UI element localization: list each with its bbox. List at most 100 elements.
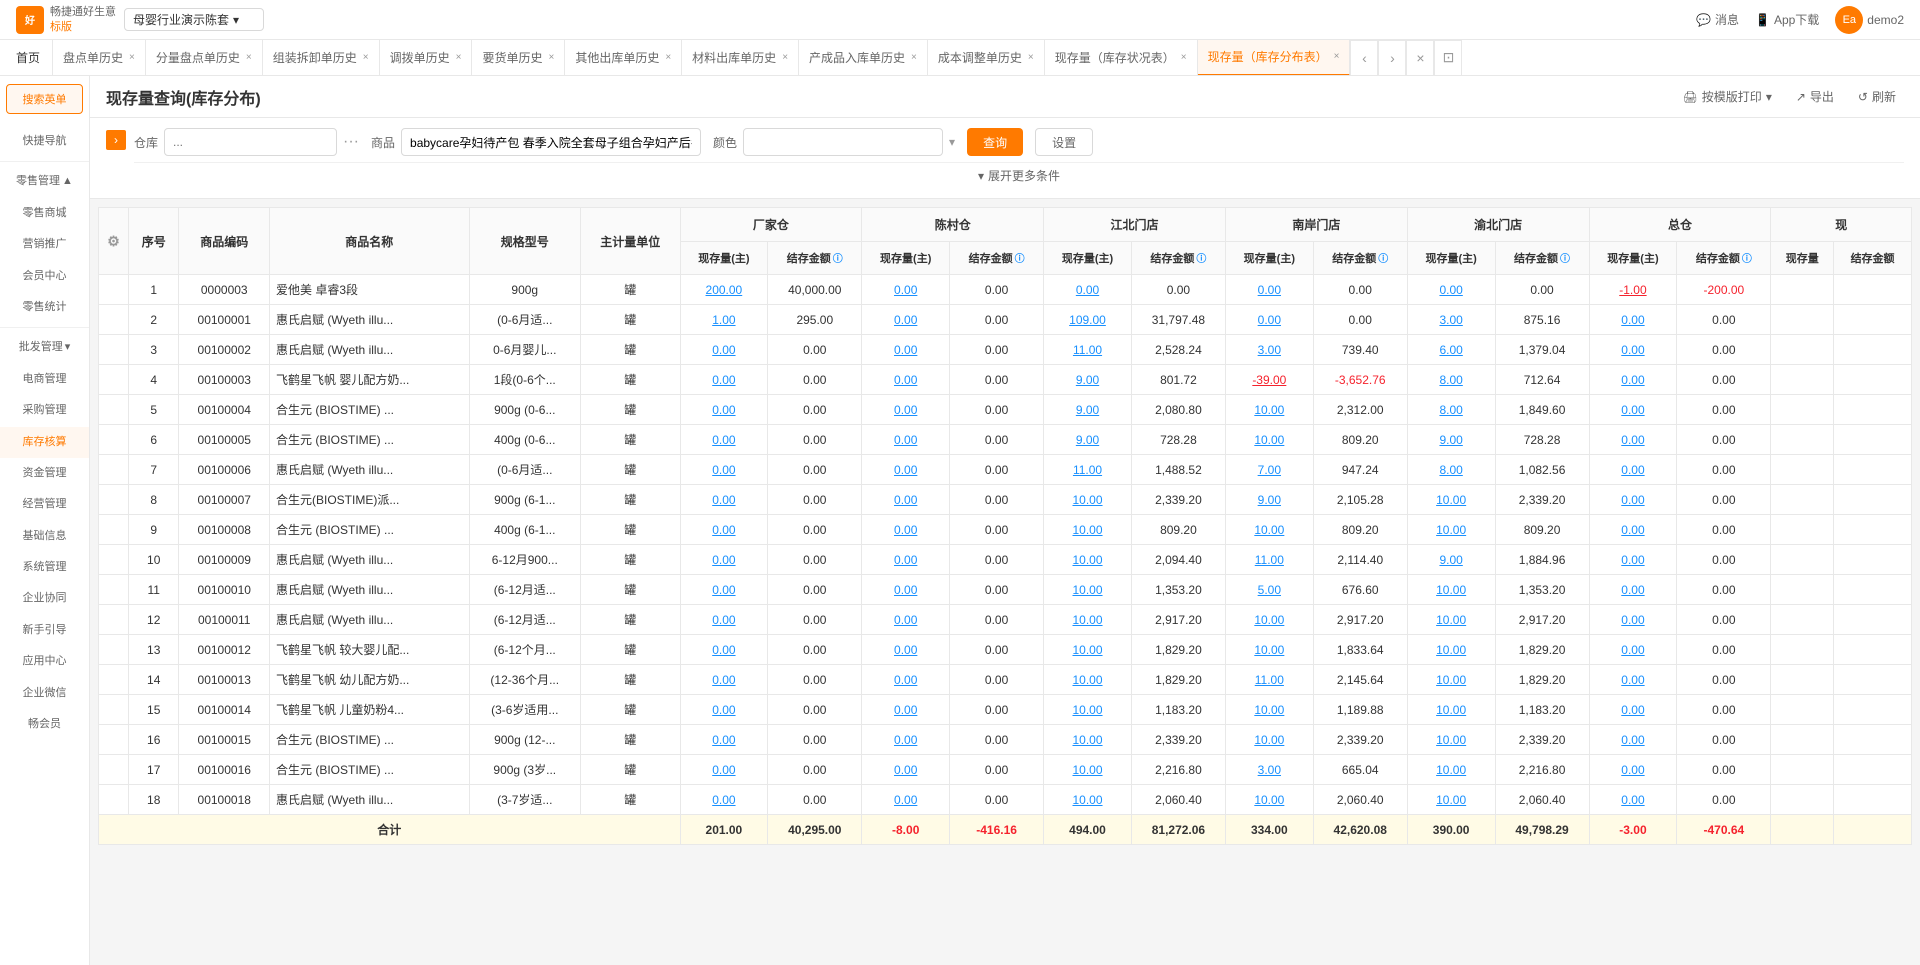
- sidebar-item-corp-wechat[interactable]: 企业微信: [0, 678, 89, 709]
- row-chenjia-qty[interactable]: 0.00: [862, 305, 950, 335]
- row-jiangbei-qty[interactable]: 11.00: [1044, 335, 1132, 365]
- sidebar-item-marketing[interactable]: 营销推广: [0, 229, 89, 260]
- tab-close-all-button[interactable]: ×: [1406, 40, 1434, 76]
- row-nanan-qty[interactable]: 9.00: [1225, 485, 1313, 515]
- row-yubeimen-qty[interactable]: 8.00: [1407, 365, 1495, 395]
- row-yubeimen-qty[interactable]: 9.00: [1407, 425, 1495, 455]
- row-nanan-qty[interactable]: 0.00: [1225, 305, 1313, 335]
- search-button[interactable]: 查询: [967, 128, 1023, 156]
- row-yubeimen-qty[interactable]: 10.00: [1407, 755, 1495, 785]
- tab-prev-button[interactable]: ‹: [1350, 40, 1378, 76]
- sidebar-item-corp-collab[interactable]: 企业协同: [0, 583, 89, 614]
- row-factory-qty[interactable]: 0.00: [680, 485, 768, 515]
- row-jiangbei-qty[interactable]: 9.00: [1044, 395, 1132, 425]
- row-yubeimen-qty[interactable]: 10.00: [1407, 695, 1495, 725]
- row-factory-qty[interactable]: 0.00: [680, 665, 768, 695]
- row-chenjia-qty[interactable]: 0.00: [862, 665, 950, 695]
- info-icon[interactable]: ⓘ: [1378, 254, 1388, 265]
- row-nanan-qty[interactable]: 11.00: [1225, 665, 1313, 695]
- row-total-qty[interactable]: 0.00: [1589, 785, 1677, 815]
- row-factory-qty[interactable]: 0.00: [680, 575, 768, 605]
- tab-order[interactable]: 要货单历史 ×: [472, 40, 565, 76]
- row-yubeimen-qty[interactable]: 0.00: [1407, 275, 1495, 305]
- row-chenjia-qty[interactable]: 0.00: [862, 605, 950, 635]
- user-profile[interactable]: Ea demo2: [1835, 6, 1904, 34]
- sidebar-item-retail-shop[interactable]: 零售商城: [0, 198, 89, 229]
- sidebar-item-system[interactable]: 系统管理: [0, 552, 89, 583]
- company-selector[interactable]: 母婴行业演示陈套 ▾: [124, 8, 264, 31]
- row-jiangbei-qty[interactable]: 10.00: [1044, 665, 1132, 695]
- row-total-qty[interactable]: 0.00: [1589, 605, 1677, 635]
- row-total-qty[interactable]: 0.00: [1589, 335, 1677, 365]
- app-download-button[interactable]: 📱 App下载: [1755, 11, 1819, 28]
- row-yubeimen-qty[interactable]: 10.00: [1407, 635, 1495, 665]
- row-nanan-qty[interactable]: 10.00: [1225, 635, 1313, 665]
- row-factory-qty[interactable]: 0.00: [680, 605, 768, 635]
- row-factory-qty[interactable]: 0.00: [680, 425, 768, 455]
- tab-close-icon[interactable]: ×: [911, 52, 917, 63]
- info-icon[interactable]: ⓘ: [1560, 254, 1570, 265]
- tab-close-icon[interactable]: ×: [363, 52, 369, 63]
- row-jiangbei-qty[interactable]: 9.00: [1044, 425, 1132, 455]
- sidebar-item-wholesale[interactable]: 批发管理 ▾: [0, 332, 89, 363]
- row-chenjia-qty[interactable]: 0.00: [862, 515, 950, 545]
- tab-close-icon[interactable]: ×: [665, 52, 671, 63]
- print-button[interactable]: 🖨 按模版打印 ▾: [1675, 84, 1780, 109]
- tab-transfer[interactable]: 调拨单历史 ×: [380, 40, 473, 76]
- row-chenjia-qty[interactable]: 0.00: [862, 635, 950, 665]
- row-factory-qty[interactable]: 0.00: [680, 395, 768, 425]
- row-total-qty[interactable]: 0.00: [1589, 635, 1677, 665]
- row-nanan-qty[interactable]: 0.00: [1225, 275, 1313, 305]
- tab-close-icon[interactable]: ×: [129, 52, 135, 63]
- tab-next-button[interactable]: ›: [1378, 40, 1406, 76]
- row-factory-qty[interactable]: 200.00: [680, 275, 768, 305]
- row-nanan-qty[interactable]: 10.00: [1225, 785, 1313, 815]
- refresh-button[interactable]: ↺ 刷新: [1850, 84, 1904, 109]
- row-jiangbei-qty[interactable]: 10.00: [1044, 515, 1132, 545]
- tab-assembly[interactable]: 组装拆卸单历史 ×: [263, 40, 380, 76]
- tab-other-out[interactable]: 其他出库单历史 ×: [565, 40, 682, 76]
- sidebar-item-operations[interactable]: 经营管理: [0, 489, 89, 520]
- row-chenjia-qty[interactable]: 0.00: [862, 785, 950, 815]
- tab-cost-adjust[interactable]: 成本调整单历史 ×: [928, 40, 1045, 76]
- row-total-qty[interactable]: 0.00: [1589, 485, 1677, 515]
- sidebar-item-ecommerce[interactable]: 电商管理: [0, 364, 89, 395]
- row-total-qty[interactable]: -1.00: [1589, 275, 1677, 305]
- tab-finished-in[interactable]: 产成品入库单历史 ×: [799, 40, 928, 76]
- row-jiangbei-qty[interactable]: 10.00: [1044, 755, 1132, 785]
- row-total-qty[interactable]: 0.00: [1589, 665, 1677, 695]
- arrow-right-icon[interactable]: ›: [106, 130, 126, 150]
- info-icon[interactable]: ⓘ: [1015, 254, 1025, 265]
- row-factory-qty[interactable]: 0.00: [680, 515, 768, 545]
- row-nanan-qty[interactable]: 11.00: [1225, 545, 1313, 575]
- info-icon[interactable]: ⓘ: [833, 254, 843, 265]
- info-icon[interactable]: ⓘ: [1196, 254, 1206, 265]
- row-yubeimen-qty[interactable]: 10.00: [1407, 725, 1495, 755]
- row-jiangbei-qty[interactable]: 10.00: [1044, 575, 1132, 605]
- message-button[interactable]: 💬 消息: [1696, 11, 1739, 28]
- search-single-button[interactable]: 搜索英单: [6, 84, 83, 114]
- row-nanan-qty[interactable]: 3.00: [1225, 755, 1313, 785]
- row-jiangbei-qty[interactable]: 109.00: [1044, 305, 1132, 335]
- row-chenjia-qty[interactable]: 0.00: [862, 755, 950, 785]
- row-nanan-qty[interactable]: -39.00: [1225, 365, 1313, 395]
- tab-expand-button[interactable]: ⊡: [1434, 40, 1462, 76]
- gear-icon[interactable]: ⚙: [107, 233, 120, 249]
- tab-stock-status[interactable]: 现存量（库存状况表） ×: [1045, 40, 1198, 76]
- row-total-qty[interactable]: 0.00: [1589, 515, 1677, 545]
- row-total-qty[interactable]: 0.00: [1589, 305, 1677, 335]
- tab-close-icon[interactable]: ×: [246, 52, 252, 63]
- tab-sub-inventory[interactable]: 分量盘点单历史 ×: [146, 40, 263, 76]
- row-total-qty[interactable]: 0.00: [1589, 695, 1677, 725]
- sidebar-item-retail-stats[interactable]: 零售统计: [0, 292, 89, 323]
- sidebar-item-retail-mgmt[interactable]: 零售管理 ▲: [0, 166, 89, 197]
- filter-collapse-button[interactable]: ›: [106, 130, 126, 150]
- row-nanan-qty[interactable]: 10.00: [1225, 725, 1313, 755]
- sidebar-item-quick-nav[interactable]: 快捷导航: [0, 126, 89, 157]
- row-factory-qty[interactable]: 0.00: [680, 785, 768, 815]
- row-nanan-qty[interactable]: 10.00: [1225, 515, 1313, 545]
- row-chenjia-qty[interactable]: 0.00: [862, 395, 950, 425]
- tab-close-icon[interactable]: ×: [1028, 52, 1034, 63]
- row-nanan-qty[interactable]: 7.00: [1225, 455, 1313, 485]
- row-jiangbei-qty[interactable]: 10.00: [1044, 635, 1132, 665]
